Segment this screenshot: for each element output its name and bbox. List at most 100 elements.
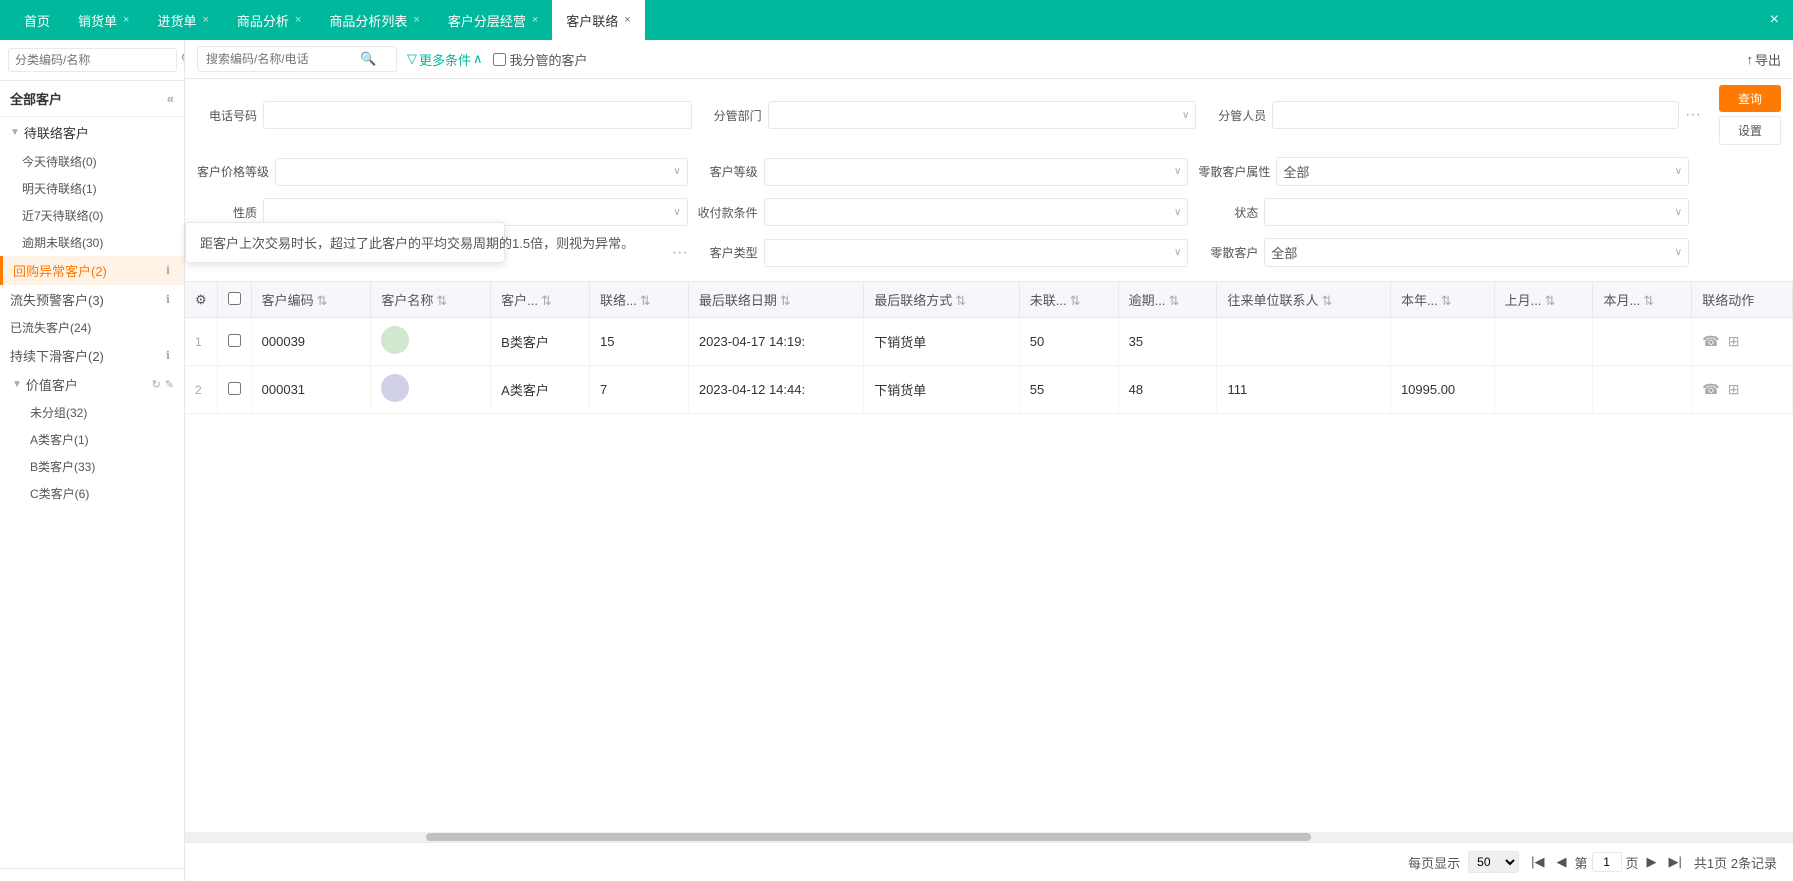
sidebar-collapse-icon[interactable]: «	[167, 91, 174, 106]
td-way-2[interactable]: 下销货单	[864, 366, 1020, 414]
th-customer-name[interactable]: 客户名称⇅	[371, 282, 491, 318]
td-person-2: 111	[1217, 366, 1390, 414]
sidebar-item-churn-warning[interactable]: 流失预警客户(3) ℹ	[0, 285, 184, 314]
last-page-btn[interactable]: ▶|	[1665, 852, 1686, 872]
retail-attr-select[interactable]: 全部 ∨	[1276, 157, 1689, 186]
customer-level-label: 客户等级	[698, 163, 758, 180]
horizontal-scrollbar[interactable]	[185, 832, 1793, 842]
sidebar-item-tomorrow-pending[interactable]: 明天待联络(1)	[0, 175, 184, 202]
row-action-call-1[interactable]: ☎	[1702, 333, 1719, 350]
td-checkbox-2[interactable]	[217, 366, 251, 414]
table-header-row: ⚙ 客户编码⇅ 客户名称⇅ 客户...⇅ 联络...⇅ 最后联络日期⇅ 最后联络…	[185, 282, 1793, 318]
tree-group-value-title[interactable]: ▼ 价值客户 ↻ ✎	[10, 370, 184, 399]
sidebar-item-today-pending[interactable]: 今天待联络(0)	[0, 148, 184, 175]
nav-purchase-order[interactable]: 进货单 ×	[143, 0, 222, 40]
value-group-edit-icon[interactable]: ✎	[165, 378, 174, 391]
customer-level-select[interactable]: ∨	[764, 158, 1189, 186]
row-checkbox-1[interactable]	[228, 334, 241, 347]
select-all-checkbox[interactable]	[228, 292, 241, 305]
retail-customer-select[interactable]: 全部 ∨	[1264, 238, 1689, 267]
main-search-icon[interactable]: 🔍	[360, 51, 376, 67]
price-level-select[interactable]: ∨	[275, 158, 688, 186]
manager-select[interactable]	[1272, 101, 1679, 129]
nature-label: 性质	[197, 204, 257, 221]
sort-code-icon: ⇅	[317, 293, 328, 308]
sidebar-item-churned[interactable]: 已流失客户(24)	[0, 314, 184, 341]
nav-product-analysis[interactable]: 商品分析 ×	[223, 0, 315, 40]
filter-dots-btn[interactable]: ···	[672, 244, 688, 262]
nav-customer-contact-close[interactable]: ×	[624, 14, 630, 26]
th-un-contact[interactable]: 未联...⇅	[1019, 282, 1118, 318]
sidebar-item-repurchase-abnormal[interactable]: 回购异常客户(2) ℹ	[0, 256, 184, 285]
row-action-call-2[interactable]: ☎	[1702, 381, 1719, 398]
status-select[interactable]: ∨	[1264, 198, 1689, 226]
th-last-month[interactable]: 上月...⇅	[1494, 282, 1593, 318]
nav-home[interactable]: 首页	[10, 0, 64, 40]
window-close-button[interactable]: ×	[1770, 11, 1779, 29]
value-group-refresh-icon[interactable]: ↻	[152, 378, 161, 391]
more-conditions-arrow: ∧	[473, 51, 483, 67]
th-gear[interactable]: ⚙	[185, 282, 217, 318]
sort-overdue-icon: ⇅	[1168, 293, 1179, 308]
th-year-amount[interactable]: 本年...⇅	[1390, 282, 1494, 318]
more-conditions-btn[interactable]: ▽ 更多条件 ∧	[407, 50, 483, 69]
nav-product-analysis-close[interactable]: ×	[295, 14, 301, 26]
row-action-more-2[interactable]: ⊞	[1728, 381, 1740, 398]
repurchase-info-icon[interactable]: ℹ	[166, 264, 170, 277]
td-contact-2: 7	[590, 366, 689, 414]
sidebar-search-input[interactable]	[8, 48, 177, 72]
query-button[interactable]: 查询	[1719, 85, 1781, 112]
th-this-month[interactable]: 本月...⇅	[1593, 282, 1692, 318]
export-button[interactable]: ↑ 导出	[1746, 50, 1781, 69]
th-last-contact-way[interactable]: 最后联络方式⇅	[864, 282, 1020, 318]
my-customer-checkbox-area[interactable]: 我分管的客户	[493, 50, 588, 69]
page-input[interactable]	[1592, 852, 1622, 872]
dept-select[interactable]: ∨	[768, 101, 1197, 129]
prev-page-btn[interactable]: ◀	[1553, 852, 1571, 872]
nav-customer-contact[interactable]: 客户联络 ×	[552, 0, 644, 40]
row-action-more-1[interactable]: ⊞	[1728, 333, 1740, 350]
declining-info-icon[interactable]: ℹ	[166, 349, 170, 362]
td-overdue-1: 35	[1118, 318, 1217, 366]
nav-customer-segment-close[interactable]: ×	[532, 14, 538, 26]
churn-warning-info-icon[interactable]: ℹ	[166, 293, 170, 306]
tree-group-pending-title[interactable]: ▼ 待联络客户	[0, 117, 184, 148]
th-customer-type[interactable]: 客户...⇅	[491, 282, 590, 318]
row-checkbox-2[interactable]	[228, 382, 241, 395]
sidebar-item-overdue-pending[interactable]: 逾期未联络(30)	[0, 229, 184, 256]
th-contact-person[interactable]: 往来单位联系人⇅	[1217, 282, 1390, 318]
nav-product-analysis-list-close[interactable]: ×	[413, 14, 419, 26]
per-page-select[interactable]: 50 20 100	[1468, 851, 1519, 873]
th-customer-code[interactable]: 客户编码⇅	[251, 282, 371, 318]
th-checkbox[interactable]	[217, 282, 251, 318]
sidebar-item-ungrouped[interactable]: 未分组(32)	[10, 399, 184, 426]
td-way-1[interactable]: 下销货单	[864, 318, 1020, 366]
payment-select[interactable]: ∨	[764, 198, 1189, 226]
set-button[interactable]: 设置	[1719, 116, 1781, 145]
sidebar-item-declining[interactable]: 持续下滑客户(2) ℹ	[0, 341, 184, 370]
customer-level-arrow: ∨	[1174, 166, 1181, 177]
first-page-btn[interactable]: |◀	[1527, 852, 1548, 872]
per-page-label: 每页显示	[1408, 853, 1460, 872]
sidebar-item-7days-pending[interactable]: 近7天待联络(0)	[0, 202, 184, 229]
nav-product-analysis-list[interactable]: 商品分析列表 ×	[315, 0, 433, 40]
scrollbar-thumb[interactable]	[426, 833, 1310, 841]
main-search-input[interactable]	[206, 52, 356, 66]
next-page-btn[interactable]: ▶	[1643, 852, 1661, 872]
nav-sales-order[interactable]: 销货单 ×	[64, 0, 143, 40]
th-overdue[interactable]: 逾期...⇅	[1118, 282, 1217, 318]
sidebar-item-class-a[interactable]: A类客户(1)	[10, 426, 184, 453]
nav-sales-order-close[interactable]: ×	[123, 14, 129, 26]
th-last-contact-date[interactable]: 最后联络日期⇅	[688, 282, 863, 318]
sidebar-item-class-c[interactable]: C类客户(6)	[10, 480, 184, 507]
sidebar-item-class-b[interactable]: B类客户(33)	[10, 453, 184, 480]
manager-dots-btn[interactable]: ···	[1685, 106, 1701, 124]
phone-input[interactable]	[263, 101, 692, 129]
customer-type-select[interactable]: ∨	[764, 239, 1189, 267]
nav-customer-segment[interactable]: 客户分层经营 ×	[434, 0, 552, 40]
td-checkbox-1[interactable]	[217, 318, 251, 366]
content-area: 🔍 ▽ 更多条件 ∧ 我分管的客户 ↑ 导出 电话号码	[185, 40, 1793, 881]
my-customer-checkbox[interactable]	[493, 53, 506, 66]
nav-purchase-order-close[interactable]: ×	[202, 14, 208, 26]
th-contact-count[interactable]: 联络...⇅	[590, 282, 689, 318]
